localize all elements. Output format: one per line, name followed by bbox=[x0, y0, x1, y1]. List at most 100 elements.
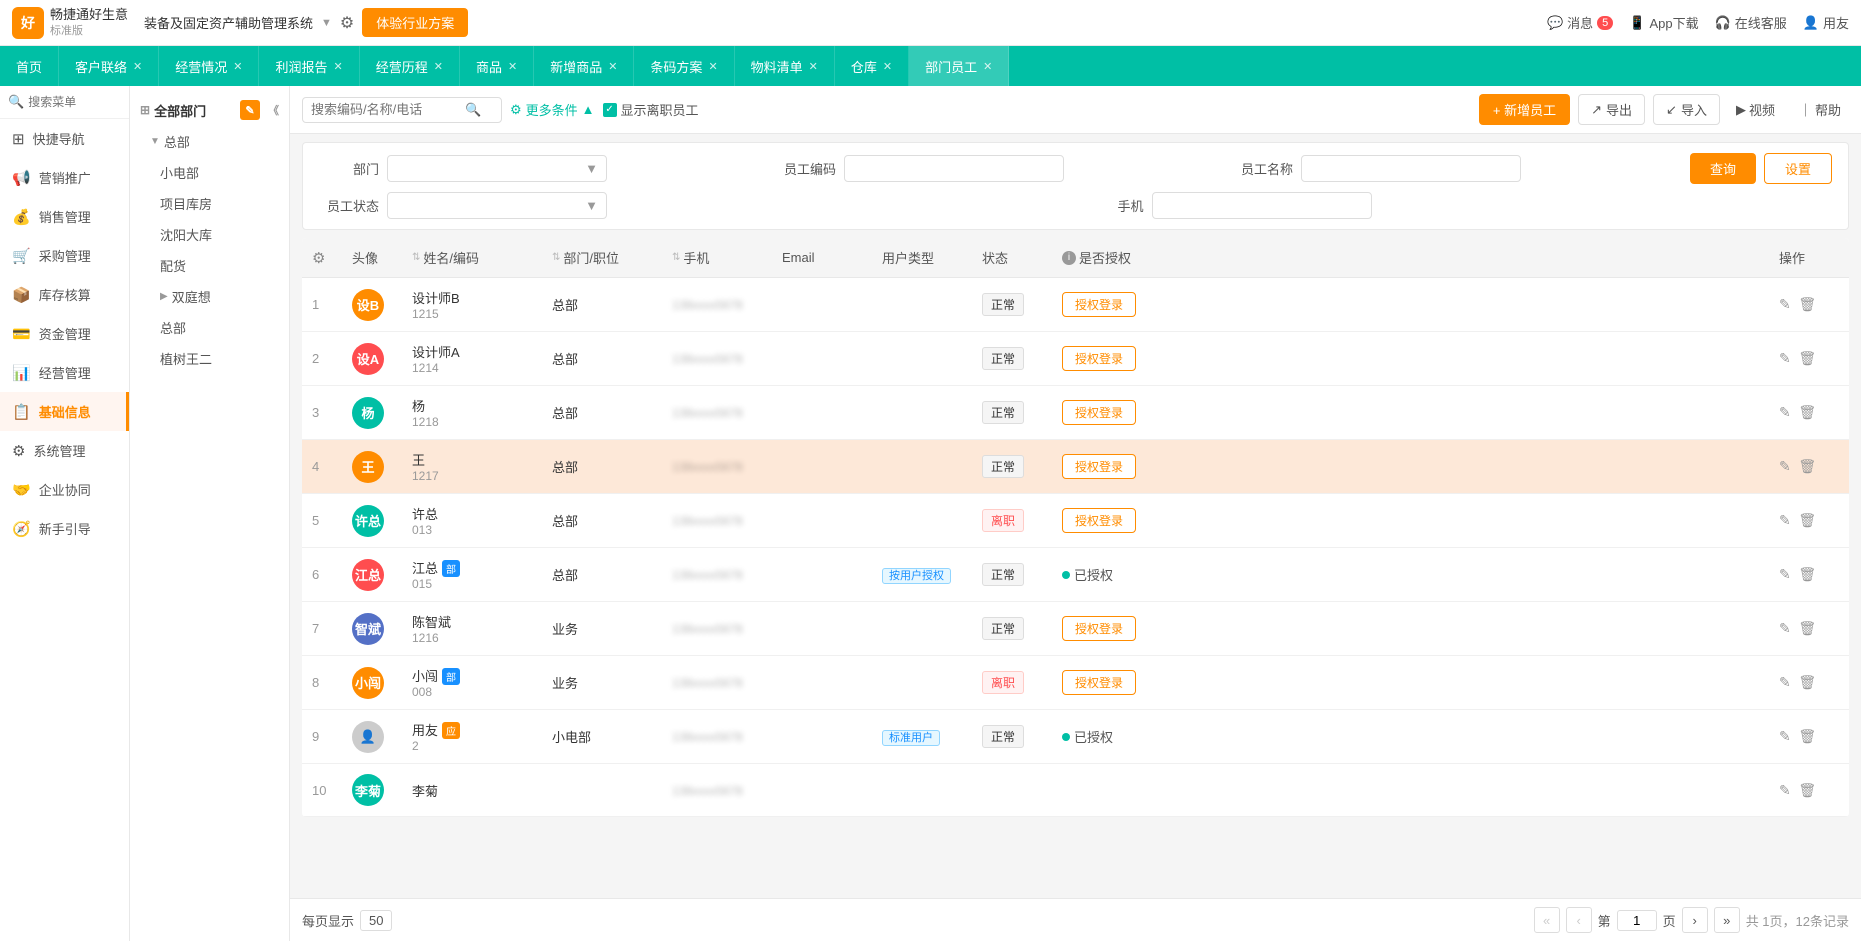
sidebar-item-quick-nav[interactable]: ⊞ 快捷导航 bbox=[0, 119, 129, 158]
sidebar-item-guide[interactable]: 🧭 新手引导 bbox=[0, 509, 129, 548]
dept-item-zongbu-parent[interactable]: ▼ 总部 bbox=[130, 126, 289, 157]
phone-input[interactable] bbox=[1152, 192, 1372, 219]
tab-bom[interactable]: 物料清单✕ bbox=[735, 46, 835, 86]
tab-warehouse[interactable]: 仓库✕ bbox=[835, 46, 909, 86]
th-name-code[interactable]: ⇅ 姓名/编码 bbox=[402, 238, 542, 278]
dept-item-shuangting[interactable]: ▶ 双庭想 bbox=[130, 281, 289, 312]
help-btn[interactable]: ｜ 帮助 bbox=[1791, 95, 1849, 124]
th-phone[interactable]: ⇅ 手机 bbox=[662, 238, 772, 278]
auth-login-btn[interactable]: 授权登录 bbox=[1062, 400, 1136, 425]
search-input[interactable] bbox=[311, 102, 461, 117]
online-service-btn[interactable]: 🎧 在线客服 bbox=[1715, 13, 1787, 32]
delete-btn[interactable]: 🗑 bbox=[1798, 512, 1816, 528]
add-employee-btn[interactable]: + 新增员工 bbox=[1479, 94, 1570, 125]
delete-btn[interactable]: 🗑 bbox=[1798, 728, 1816, 744]
sidebar-item-sales[interactable]: 💰 销售管理 bbox=[0, 197, 129, 236]
edit-btn[interactable]: ✎ bbox=[1779, 512, 1791, 528]
sidebar-item-inventory[interactable]: 📦 库存核算 bbox=[0, 275, 129, 314]
edit-btn[interactable]: ✎ bbox=[1779, 458, 1791, 474]
close-barcode-tab[interactable]: ✕ bbox=[708, 60, 717, 73]
delete-btn[interactable]: 🗑 bbox=[1798, 404, 1816, 420]
import-btn[interactable]: ↙ 导入 bbox=[1653, 94, 1720, 125]
delete-btn[interactable]: 🗑 bbox=[1798, 674, 1816, 690]
dept-item-zongbu-child[interactable]: 总部 bbox=[130, 312, 289, 343]
last-page-btn[interactable]: » bbox=[1714, 907, 1740, 933]
tab-journey[interactable]: 经营历程✕ bbox=[360, 46, 460, 86]
first-page-btn[interactable]: « bbox=[1534, 907, 1560, 933]
tab-dept-staff[interactable]: 部门员工✕ bbox=[909, 46, 1009, 86]
close-addgoods-tab[interactable]: ✕ bbox=[608, 60, 617, 73]
tab-add-goods[interactable]: 新增商品✕ bbox=[534, 46, 634, 86]
delete-btn[interactable]: 🗑 bbox=[1798, 350, 1816, 366]
auth-login-btn[interactable]: 授权登录 bbox=[1062, 616, 1136, 641]
close-bom-tab[interactable]: ✕ bbox=[809, 60, 818, 73]
tab-profit[interactable]: 利润报告✕ bbox=[259, 46, 359, 86]
tab-barcode[interactable]: 条码方案✕ bbox=[634, 46, 734, 86]
show-resigned-toggle[interactable]: ✓ 显示离职员工 bbox=[603, 100, 699, 119]
sidebar-item-finance[interactable]: 💳 资金管理 bbox=[0, 314, 129, 353]
tab-home[interactable]: 首页 bbox=[0, 46, 59, 86]
dept-item-xiaodian[interactable]: 小电部 bbox=[130, 157, 289, 188]
tab-goods[interactable]: 商品✕ bbox=[460, 46, 534, 86]
edit-btn[interactable]: ✎ bbox=[1779, 296, 1791, 312]
edit-btn[interactable]: ✎ bbox=[1779, 674, 1791, 690]
delete-btn[interactable]: 🗑 bbox=[1798, 296, 1816, 312]
dept-collapse-btn[interactable]: 《 bbox=[268, 102, 279, 118]
dept-item-zhishu[interactable]: 植树王二 bbox=[130, 343, 289, 374]
auth-login-btn[interactable]: 授权登录 bbox=[1062, 508, 1136, 533]
edit-btn[interactable]: ✎ bbox=[1779, 782, 1791, 798]
more-conditions-btn[interactable]: ⚙ 更多条件 ▲ bbox=[510, 100, 595, 119]
show-resigned-checkbox[interactable]: ✓ bbox=[603, 103, 617, 117]
tab-customer[interactable]: 客户联络✕ bbox=[59, 46, 159, 86]
th-dept-position[interactable]: ⇅ 部门/职位 bbox=[542, 238, 662, 278]
export-btn[interactable]: ↗ 导出 bbox=[1578, 94, 1645, 125]
auth-login-btn[interactable]: 授权登录 bbox=[1062, 670, 1136, 695]
dept-item-shenyang[interactable]: 沈阳大库 bbox=[130, 219, 289, 250]
page-size-num[interactable]: 50 bbox=[360, 910, 392, 931]
close-warehouse-tab[interactable]: ✕ bbox=[883, 60, 892, 73]
delete-btn[interactable]: 🗑 bbox=[1798, 458, 1816, 474]
delete-btn[interactable]: 🗑 bbox=[1798, 620, 1816, 636]
delete-btn[interactable]: 🗑 bbox=[1798, 782, 1816, 798]
close-journey-tab[interactable]: ✕ bbox=[434, 60, 443, 73]
dept-item-project[interactable]: 项目库房 bbox=[130, 188, 289, 219]
close-operation-tab[interactable]: ✕ bbox=[233, 60, 242, 73]
settings-icon[interactable]: ⚙ bbox=[340, 13, 354, 33]
emp-status-select[interactable]: ▼ bbox=[387, 192, 607, 219]
th-settings[interactable]: ⚙ bbox=[302, 238, 342, 278]
sidebar-item-cooperation[interactable]: 🤝 企业协同 bbox=[0, 470, 129, 509]
prev-page-btn[interactable]: ‹ bbox=[1566, 907, 1592, 933]
system-dropdown-icon[interactable]: ▼ bbox=[321, 17, 332, 29]
close-dept-tab[interactable]: ✕ bbox=[983, 60, 992, 73]
search-icon[interactable]: 🔍 bbox=[465, 102, 481, 118]
sidebar-item-operation[interactable]: 📊 经营管理 bbox=[0, 353, 129, 392]
trial-btn[interactable]: 体验行业方案 bbox=[362, 8, 468, 37]
auth-login-btn[interactable]: 授权登录 bbox=[1062, 346, 1136, 371]
auth-login-btn[interactable]: 授权登录 bbox=[1062, 292, 1136, 317]
dept-select[interactable]: ▼ bbox=[387, 155, 607, 182]
emp-name-input[interactable] bbox=[1301, 155, 1521, 182]
sidebar-item-purchase[interactable]: 🛒 采购管理 bbox=[0, 236, 129, 275]
edit-btn[interactable]: ✎ bbox=[1779, 404, 1791, 420]
auth-login-btn[interactable]: 授权登录 bbox=[1062, 454, 1136, 479]
edit-btn[interactable]: ✎ bbox=[1779, 566, 1791, 582]
gear-icon[interactable]: ⚙ bbox=[312, 250, 325, 267]
sidebar-item-basic-info[interactable]: 📋 基础信息 bbox=[0, 392, 129, 431]
set-btn[interactable]: 设置 bbox=[1764, 153, 1832, 184]
close-profit-tab[interactable]: ✕ bbox=[334, 60, 343, 73]
close-goods-tab[interactable]: ✕ bbox=[508, 60, 517, 73]
page-input[interactable] bbox=[1617, 910, 1657, 931]
dept-item-peihuo[interactable]: 配货 bbox=[130, 250, 289, 281]
app-download-btn[interactable]: 📱 App下载 bbox=[1629, 13, 1698, 32]
emp-code-input[interactable] bbox=[844, 155, 1064, 182]
edit-btn[interactable]: ✎ bbox=[1779, 728, 1791, 744]
user-profile-btn[interactable]: 👤 用友 bbox=[1803, 13, 1849, 32]
sidebar-item-system[interactable]: ⚙ 系统管理 bbox=[0, 431, 129, 470]
sidebar-search-input[interactable] bbox=[28, 95, 108, 109]
message-btn[interactable]: 💬 消息 5 bbox=[1547, 13, 1613, 32]
delete-btn[interactable]: 🗑 bbox=[1798, 566, 1816, 582]
next-page-btn[interactable]: › bbox=[1682, 907, 1708, 933]
edit-btn[interactable]: ✎ bbox=[1779, 350, 1791, 366]
query-btn[interactable]: 查询 bbox=[1690, 153, 1756, 184]
dept-edit-btn[interactable]: ✎ bbox=[240, 100, 260, 120]
